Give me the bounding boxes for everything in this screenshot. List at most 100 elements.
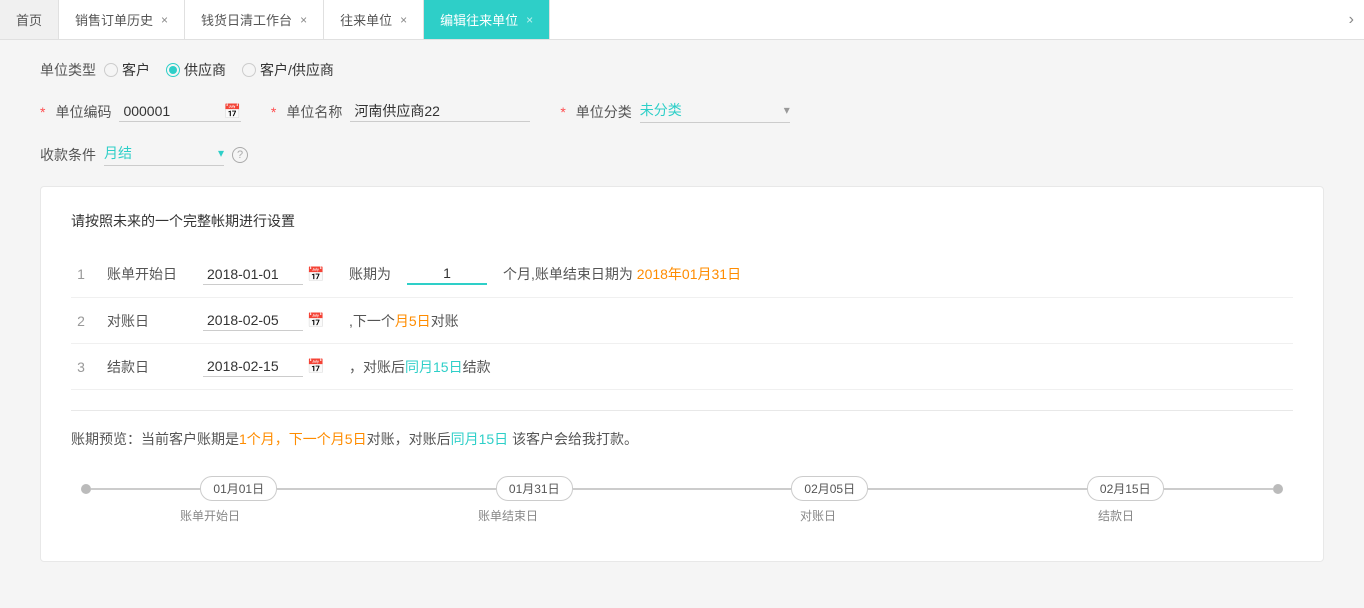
timeline-end-dot	[1273, 484, 1283, 494]
main-content: 单位类型 客户 供应商 客户/供应商 * 单位编码	[0, 40, 1364, 608]
row-1-desc-after: 个月,账单结束日期为 2018年01月31日	[503, 264, 741, 284]
timeline-line-5	[1164, 488, 1273, 490]
timeline-line-4	[868, 488, 1087, 490]
row-label-2: 对账日	[107, 311, 187, 331]
start-date-calendar-icon[interactable]: 📅	[307, 266, 324, 283]
category-required: *	[560, 104, 565, 120]
timeline-line-1	[91, 488, 200, 490]
timeline-label-1: 账单开始日	[180, 507, 240, 524]
tab-edit-partner[interactable]: 编辑往来单位 ×	[424, 0, 550, 39]
row-2-desc: ,下一个月5日对账	[349, 311, 459, 331]
preview-p2: 下一个月5日	[289, 431, 367, 447]
reconcile-date-field: 📅	[203, 310, 333, 331]
timeline-label-2: 账单结束日	[478, 507, 538, 524]
category-value: 未分类	[640, 100, 780, 120]
timeline-badge-4: 02月15日	[1087, 476, 1164, 501]
payment-row: 收款条件 月结 ▾ ?	[40, 143, 1324, 166]
card-title: 请按照未来的一个完整帐期进行设置	[71, 211, 1293, 231]
timeline-label-4: 结款日	[1098, 507, 1134, 524]
timeline-label-3: 对账日	[800, 507, 836, 524]
name-group: * 单位名称	[271, 101, 530, 122]
period-input[interactable]	[407, 263, 487, 285]
code-required: *	[40, 104, 45, 120]
payment-arrow-icon: ▾	[218, 146, 224, 160]
row-2-highlight: 月5日	[395, 313, 431, 329]
tab-partner[interactable]: 往来单位 ×	[324, 0, 424, 39]
payment-label: 收款条件	[40, 145, 96, 165]
unit-type-row: 单位类型 客户 供应商 客户/供应商	[40, 60, 1324, 80]
category-select[interactable]: 未分类 ▾	[640, 100, 790, 123]
settings-card: 请按照未来的一个完整帐期进行设置 1 账单开始日 📅 账期为 个月,账单结束日期…	[40, 186, 1324, 562]
code-label: 单位编码	[55, 102, 111, 122]
code-input-wrapper: 📅	[119, 101, 240, 122]
radio-both[interactable]: 客户/供应商	[242, 60, 334, 80]
radio-circle-customer	[104, 63, 118, 77]
row-3-desc: ，对账后同月15日结款	[349, 357, 491, 377]
timeline-badge-2: 01月31日	[496, 476, 573, 501]
setting-row-2: 2 对账日 📅 ,下一个月5日对账	[71, 298, 1293, 344]
payment-select[interactable]: 月结 ▾	[104, 143, 224, 166]
tab-sales-history[interactable]: 销售订单历史 ×	[59, 0, 185, 39]
unit-type-group: 单位类型 客户 供应商 客户/供应商	[40, 60, 334, 80]
radio-supplier[interactable]: 供应商	[166, 60, 226, 80]
timeline-start-dot	[81, 484, 91, 494]
unit-type-label: 单位类型	[40, 60, 96, 80]
timeline-badge-3: 02月05日	[791, 476, 868, 501]
tab-daily-clear[interactable]: 钱货日清工作台 ×	[185, 0, 324, 39]
tab-home[interactable]: 首页	[0, 0, 59, 39]
timeline: 01月01日 01月31日 02月05日 02月15日	[71, 476, 1293, 507]
tab-close-daily-clear[interactable]: ×	[300, 13, 307, 27]
code-icon[interactable]: 📅	[223, 103, 240, 120]
preview-text: 账期预览：当前客户账期是1个月，下一个月5日对账，对账后同月15日 该客户会给我…	[71, 427, 1293, 452]
row-label-1: 账单开始日	[107, 264, 187, 284]
payment-group: 收款条件 月结 ▾ ?	[40, 143, 248, 166]
radio-circle-supplier	[166, 63, 180, 77]
timeline-node-3: 02月05日	[791, 476, 868, 501]
preview-section: 账期预览：当前客户账期是1个月，下一个月5日对账，对账后同月15日 该客户会给我…	[71, 410, 1293, 452]
row-num-3: 3	[71, 359, 91, 375]
name-label: 单位名称	[286, 102, 342, 122]
timeline-badge-1: 01月01日	[200, 476, 277, 501]
timeline-node-1: 01月01日	[200, 476, 277, 501]
timeline-row: 01月01日 01月31日 02月05日 02月15日	[81, 476, 1283, 501]
reconcile-date-input[interactable]	[203, 310, 303, 331]
tab-more-arrow[interactable]: ›	[1339, 0, 1364, 39]
code-group: * 单位编码 📅	[40, 101, 241, 122]
radio-circle-both	[242, 63, 256, 77]
timeline-node-2: 01月31日	[496, 476, 573, 501]
timeline-line-3	[573, 488, 792, 490]
tab-close-sales-history[interactable]: ×	[161, 13, 168, 27]
tab-bar: 首页 销售订单历史 × 钱货日清工作台 × 往来单位 × 编辑往来单位 × ›	[0, 0, 1364, 40]
payment-date-input[interactable]	[203, 356, 303, 377]
radio-group: 客户 供应商 客户/供应商	[104, 60, 334, 80]
category-group: * 单位分类 未分类 ▾	[560, 100, 789, 123]
tab-close-edit-partner[interactable]: ×	[526, 13, 533, 27]
name-input[interactable]	[350, 101, 530, 122]
start-date-input[interactable]	[203, 264, 303, 285]
preview-p4: 同月15日	[451, 431, 509, 447]
payment-help-icon[interactable]: ?	[232, 147, 248, 163]
category-arrow-icon: ▾	[784, 103, 790, 117]
timeline-node-4: 02月15日	[1087, 476, 1164, 501]
row-1-desc-before: 账期为	[349, 264, 391, 284]
reconcile-date-calendar-icon[interactable]: 📅	[307, 312, 324, 329]
row-label-3: 结款日	[107, 357, 187, 377]
payment-date-field: 📅	[203, 356, 333, 377]
tab-close-partner[interactable]: ×	[400, 13, 407, 27]
radio-customer[interactable]: 客户	[104, 60, 150, 80]
start-date-field: 📅	[203, 264, 333, 285]
timeline-line-2	[277, 488, 496, 490]
name-required: *	[271, 104, 276, 120]
payment-value: 月结	[104, 143, 214, 163]
category-label: 单位分类	[576, 102, 632, 122]
payment-date-calendar-icon[interactable]: 📅	[307, 358, 324, 375]
code-input[interactable]	[119, 101, 219, 121]
code-name-category-row: * 单位编码 📅 * 单位名称 * 单位分类 未分类 ▾	[40, 100, 1324, 123]
setting-row-1: 1 账单开始日 📅 账期为 个月,账单结束日期为 2018年01月31日	[71, 251, 1293, 298]
row-1-highlight: 2018年01月31日	[637, 266, 741, 282]
preview-p1: 1个月，	[239, 431, 289, 447]
row-num-2: 2	[71, 313, 91, 329]
setting-row-3: 3 结款日 📅 ，对账后同月15日结款	[71, 344, 1293, 390]
row-num-1: 1	[71, 266, 91, 282]
row-3-highlight: 同月15日	[405, 359, 463, 375]
